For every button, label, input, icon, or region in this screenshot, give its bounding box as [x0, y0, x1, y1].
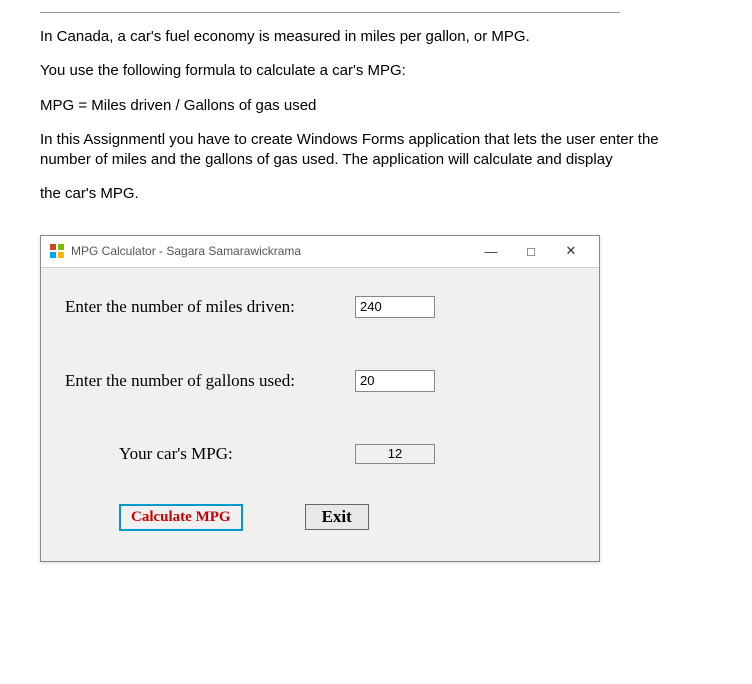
result-label: Your car's MPG:: [119, 444, 355, 464]
window-controls: — □ ✕: [471, 237, 591, 265]
result-row: Your car's MPG: 12: [65, 444, 575, 464]
gallons-input[interactable]: [355, 370, 435, 392]
titlebar[interactable]: MPG Calculator - Sagara Samarawickrama —…: [41, 236, 599, 268]
form-body: Enter the number of miles driven: Enter …: [41, 268, 599, 561]
app-window: MPG Calculator - Sagara Samarawickrama —…: [40, 235, 600, 562]
result-value: 12: [388, 446, 402, 461]
minimize-icon: —: [485, 244, 498, 259]
app-icon: [49, 243, 65, 259]
gallons-row: Enter the number of gallons used:: [65, 370, 575, 392]
minimize-button[interactable]: —: [471, 237, 511, 265]
gallons-label: Enter the number of gallons used:: [65, 371, 355, 391]
miles-label: Enter the number of miles driven:: [65, 297, 355, 317]
miles-input[interactable]: [355, 296, 435, 318]
maximize-button[interactable]: □: [511, 237, 551, 265]
assignment-description: In Canada, a car's fuel economy is measu…: [40, 27, 712, 205]
close-icon: ✕: [566, 243, 577, 259]
description-line-2: You use the following formula to calcula…: [40, 61, 712, 81]
close-button[interactable]: ✕: [551, 237, 591, 265]
maximize-icon: □: [527, 244, 535, 259]
description-line-1: In Canada, a car's fuel economy is measu…: [40, 27, 712, 47]
description-line-3: MPG = Miles driven / Gallons of gas used: [40, 96, 712, 116]
calculate-button[interactable]: Calculate MPG: [119, 504, 243, 531]
exit-button[interactable]: Exit: [305, 504, 369, 530]
button-row: Calculate MPG Exit: [65, 504, 575, 531]
top-divider: [40, 12, 620, 13]
miles-row: Enter the number of miles driven:: [65, 296, 575, 318]
result-output: 12: [355, 444, 435, 464]
window-title: MPG Calculator - Sagara Samarawickrama: [71, 244, 471, 258]
description-line-4: In this Assignmentl you have to create W…: [40, 130, 712, 171]
description-line-5: the car's MPG.: [40, 184, 712, 204]
